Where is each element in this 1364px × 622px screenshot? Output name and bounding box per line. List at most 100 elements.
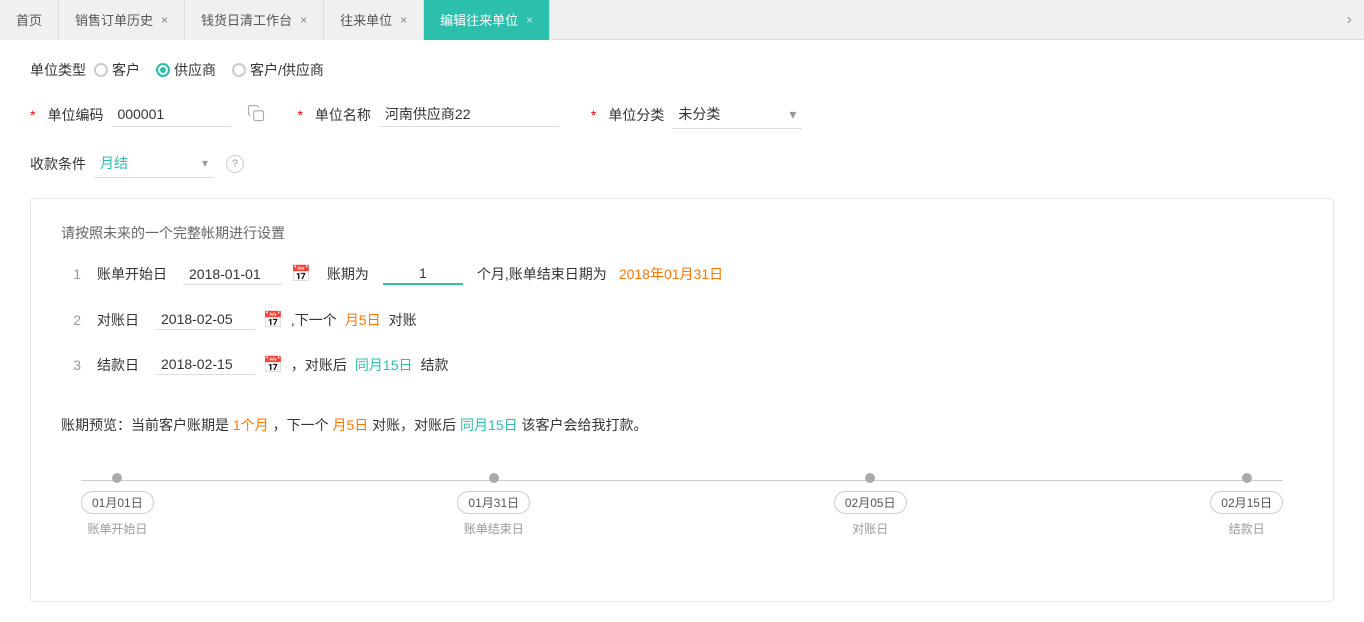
preview-suffix: 该客户会给我打款。 (522, 417, 648, 433)
reconcile-suffix-before: ,下一个 (291, 310, 337, 330)
timeline-badge-1: 01月01日 (81, 491, 154, 514)
row-num-3: 3 (61, 357, 81, 373)
reconcile-highlight: 月5日 (345, 310, 381, 330)
timeline-node-4: 02月15日 结款日 (1210, 469, 1283, 537)
payment-condition-label: 收款条件 (30, 154, 86, 174)
tab-label: 编辑往来单位 (440, 10, 518, 29)
required-star: * (30, 107, 35, 123)
timeline-node-1: 01月01日 账单开始日 (81, 469, 154, 537)
timeline-label-4: 结款日 (1229, 520, 1265, 537)
radio-customer-label: 客户 (112, 60, 140, 80)
card-hint: 请按照未来的一个完整帐期进行设置 (61, 223, 1303, 243)
setting-row-3: 3 结款日 📅 ，对账后 同月15日 结款 (61, 354, 1303, 375)
unit-type-radio-group: 客户 供应商 客户/供应商 (94, 60, 324, 80)
timeline-node-2: 01月31日 账单结束日 (457, 469, 530, 537)
timeline-dot-1 (112, 473, 122, 483)
timeline-badge-3: 02月05日 (834, 491, 907, 514)
unit-code-input[interactable] (111, 102, 231, 127)
preview-highlight3: 同月15日 (460, 417, 518, 433)
tab-sales-order-history[interactable]: 销售订单历史 × (59, 0, 185, 40)
calendar-icon-3[interactable]: 📅 (263, 355, 283, 375)
setting-row-1: 1 账单开始日 📅 账期为 个月,账单结束日期为 2018年01月31日 (61, 263, 1303, 285)
timeline-points: 01月01日 账单开始日 01月31日 账单结束日 02月05日 对账日 (81, 469, 1283, 537)
timeline-dot-3 (865, 473, 875, 483)
tab-more-button[interactable]: › (1335, 11, 1364, 29)
row-num-2: 2 (61, 312, 81, 328)
close-icon[interactable]: × (400, 13, 407, 27)
timeline-dot-4 (1242, 473, 1252, 483)
preview-mid2: 对账，对账后 (372, 417, 456, 433)
required-star-classify: * (591, 107, 596, 123)
reconcile-suffix-after: 对账 (389, 310, 417, 330)
setting-row-2: 2 对账日 📅 ,下一个 月5日 对账 (61, 309, 1303, 330)
timeline-label-3: 对账日 (852, 520, 888, 537)
radio-circle-both (232, 63, 246, 77)
timeline-node-3: 02月05日 对账日 (834, 469, 907, 537)
payment-condition-value: 月结 (100, 153, 196, 173)
row-label-3: 结款日 (97, 355, 139, 375)
calendar-icon-1[interactable]: 📅 (291, 264, 311, 284)
payment-condition-row: 收款条件 月结 ▾ ? (30, 149, 1334, 178)
timeline-dot-2 (489, 473, 499, 483)
tab-bar: 首页 销售订单历史 × 钱货日清工作台 × 往来单位 × 编辑往来单位 × › (0, 0, 1364, 40)
classify-dropdown-icon: ▾ (789, 106, 796, 123)
row-label-1: 账单开始日 (97, 264, 167, 284)
radio-both-label: 客户/供应商 (250, 60, 324, 80)
tab-label: 钱货日清工作台 (201, 10, 292, 29)
preview-mid1: ，下一个 (273, 417, 329, 433)
timeline: 01月01日 账单开始日 01月31日 账单结束日 02月05日 对账日 (61, 459, 1303, 577)
preview-prefix: 账期预览：当前客户账期是 (61, 417, 229, 433)
tab-label: 往来单位 (340, 10, 392, 29)
payment-suffix-before: ，对账后 (291, 355, 347, 375)
settings-card: 请按照未来的一个完整帐期进行设置 1 账单开始日 📅 账期为 个月,账单结束日期… (30, 198, 1334, 602)
close-icon[interactable]: × (526, 13, 533, 27)
start-date-input[interactable] (183, 264, 283, 285)
tab-home[interactable]: 首页 (0, 0, 59, 40)
period-unit-text: 个月,账单结束日期为 (477, 264, 607, 284)
radio-supplier-label: 供应商 (174, 60, 216, 80)
tab-edit-partner-unit[interactable]: 编辑往来单位 × (424, 0, 550, 40)
timeline-badge-2: 01月31日 (457, 491, 530, 514)
end-date-highlight: 2018年01月31日 (619, 264, 723, 284)
preview-highlight1: 1个月 (233, 417, 269, 433)
row-label-2: 对账日 (97, 310, 139, 330)
timeline-label-1: 账单开始日 (87, 520, 147, 537)
reconcile-date-input[interactable] (155, 309, 255, 330)
suffix-text-1: 账期为 (327, 264, 369, 284)
tab-cash-clearing[interactable]: 钱货日清工作台 × (185, 0, 324, 40)
unit-type-label: 单位类型 (30, 60, 86, 80)
unit-code-label: 单位编码 (47, 105, 103, 125)
unit-name-input[interactable] (379, 102, 559, 127)
payment-condition-arrow: ▾ (202, 156, 208, 170)
radio-supplier[interactable]: 供应商 (156, 60, 216, 80)
copy-icon[interactable] (247, 104, 265, 125)
unit-classify-select[interactable]: 未分类 ▾ (672, 100, 802, 129)
period-value-input[interactable] (383, 263, 463, 285)
payment-date-input[interactable] (155, 354, 255, 375)
payment-highlight: 同月15日 (355, 355, 413, 375)
help-icon[interactable]: ? (226, 155, 244, 173)
payment-suffix-after: 结款 (421, 355, 449, 375)
payment-condition-select[interactable]: 月结 ▾ (94, 149, 214, 178)
preview-highlight2: 月5日 (332, 417, 368, 433)
row-num-1: 1 (61, 266, 81, 282)
unit-info-row: * 单位编码 * 单位名称 * 单位分类 未分类 ▾ (30, 100, 1334, 129)
required-star-name: * (297, 107, 302, 123)
timeline-label-2: 账单结束日 (464, 520, 524, 537)
timeline-badge-4: 02月15日 (1210, 491, 1283, 514)
radio-circle-supplier (156, 63, 170, 77)
unit-classify-value: 未分类 (678, 104, 783, 124)
radio-customer[interactable]: 客户 (94, 60, 140, 80)
unit-name-label: 单位名称 (315, 105, 371, 125)
close-icon[interactable]: × (300, 13, 307, 27)
tab-label: 销售订单历史 (75, 10, 153, 29)
unit-type-row: 单位类型 客户 供应商 客户/供应商 (30, 60, 1334, 80)
tab-partner-units[interactable]: 往来单位 × (324, 0, 424, 40)
close-icon[interactable]: × (161, 13, 168, 27)
tab-home-label: 首页 (16, 10, 42, 29)
calendar-icon-2[interactable]: 📅 (263, 310, 283, 330)
preview-text: 账期预览：当前客户账期是 1个月 ，下一个 月5日 对账，对账后 同月15日 该… (61, 399, 1303, 435)
main-content: 单位类型 客户 供应商 客户/供应商 * 单位编码 * 单位名称 * (0, 40, 1364, 622)
radio-both[interactable]: 客户/供应商 (232, 60, 324, 80)
unit-classify-label: 单位分类 (608, 105, 664, 125)
